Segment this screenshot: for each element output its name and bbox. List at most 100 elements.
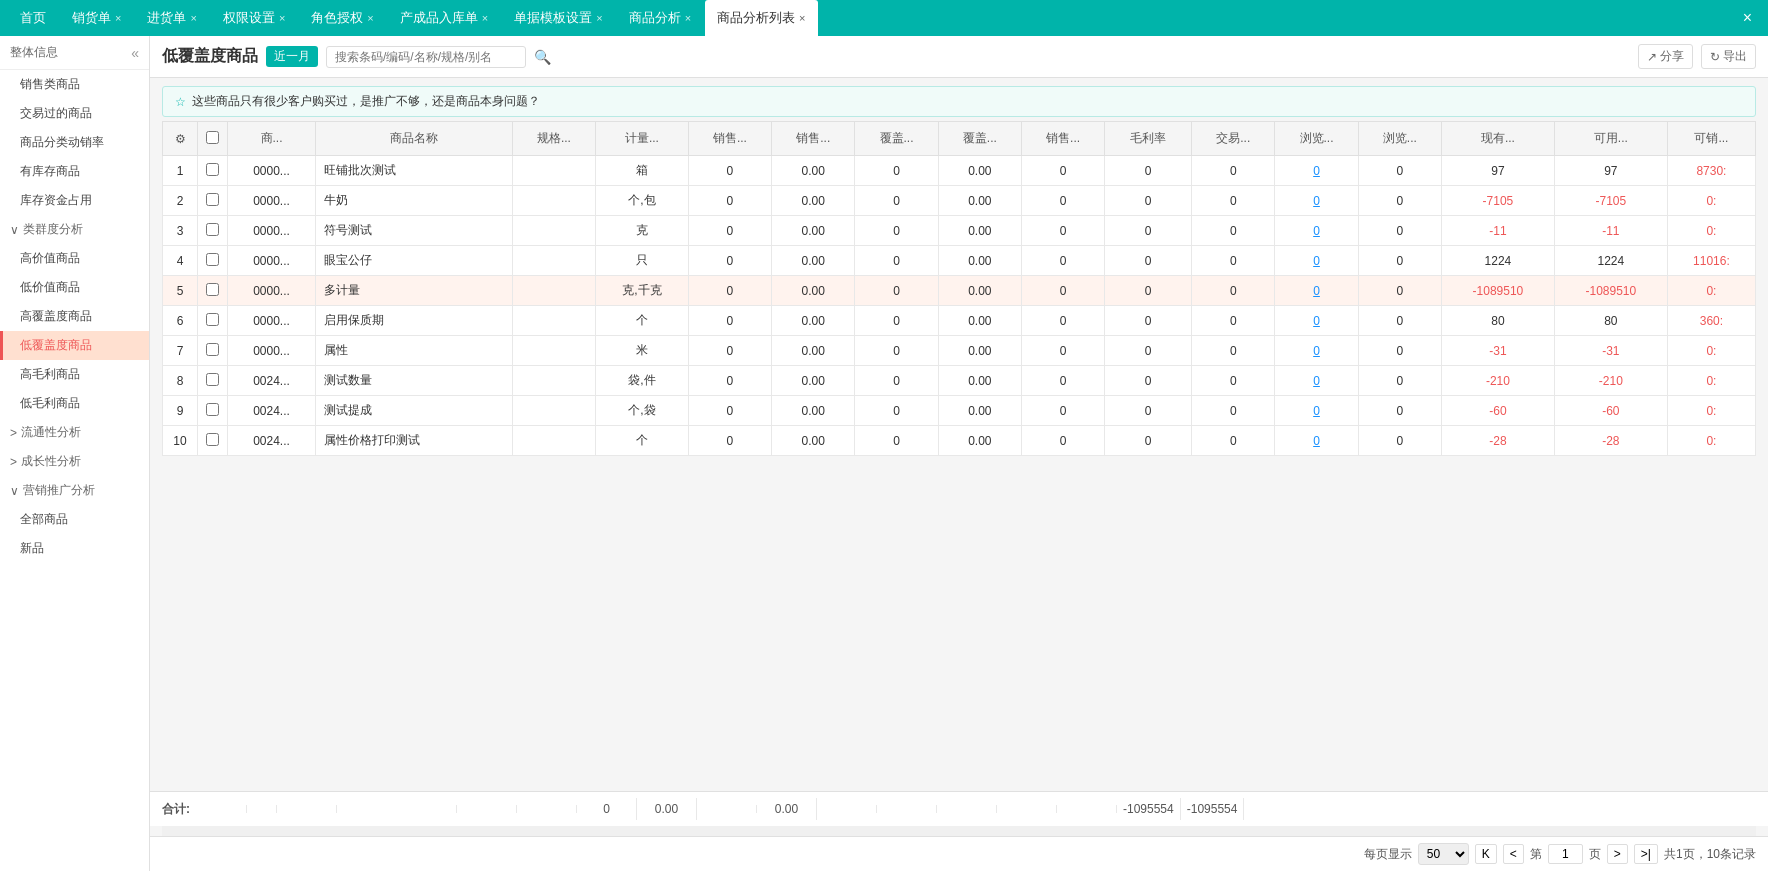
row-sales3: 0 bbox=[1021, 366, 1104, 396]
sidebar-group-growth[interactable]: > 成长性分析 bbox=[0, 447, 149, 476]
row-checkbox[interactable] bbox=[206, 283, 219, 296]
search-input[interactable] bbox=[326, 46, 526, 68]
row-check[interactable] bbox=[198, 336, 228, 366]
row-checkbox[interactable] bbox=[206, 253, 219, 266]
row-view1[interactable]: 0 bbox=[1275, 396, 1358, 426]
footer-spacer2 bbox=[247, 805, 277, 813]
nav-analysis-close[interactable]: × bbox=[685, 12, 691, 24]
sidebar-item-category-rate[interactable]: 商品分类动销率 bbox=[0, 128, 149, 157]
row-sales3: 0 bbox=[1021, 246, 1104, 276]
time-badge[interactable]: 近一月 bbox=[266, 46, 318, 67]
nav-product-entry-close[interactable]: × bbox=[482, 12, 488, 24]
row-check[interactable] bbox=[198, 426, 228, 456]
row-checkbox[interactable] bbox=[206, 223, 219, 236]
row-view1[interactable]: 0 bbox=[1275, 426, 1358, 456]
table-header-row: ⚙ 商... 商品名称 规格... 计量... 销售... 销售... 覆盖..… bbox=[163, 122, 1756, 156]
row-sales2: 0.00 bbox=[772, 306, 855, 336]
nav-sales-close[interactable]: × bbox=[115, 12, 121, 24]
row-check[interactable] bbox=[198, 396, 228, 426]
nav-permission-close[interactable]: × bbox=[279, 12, 285, 24]
sidebar-item-high-gross[interactable]: 高毛利商品 bbox=[0, 360, 149, 389]
nav-analysis-list-close[interactable]: × bbox=[799, 12, 805, 24]
row-check[interactable] bbox=[198, 366, 228, 396]
th-stock2: 可用... bbox=[1554, 122, 1667, 156]
nav-analysis-list[interactable]: 商品分析列表 × bbox=[705, 0, 817, 36]
nav-permission[interactable]: 权限设置 × bbox=[211, 0, 297, 36]
last-page-button[interactable]: >| bbox=[1634, 844, 1658, 864]
sidebar-item-sales-goods[interactable]: 销售类商品 bbox=[0, 70, 149, 99]
row-check[interactable] bbox=[198, 186, 228, 216]
row-unit: 个 bbox=[596, 306, 689, 336]
row-view1[interactable]: 0 bbox=[1275, 186, 1358, 216]
sidebar-header-label: 整体信息 bbox=[10, 44, 58, 61]
nav-role-close[interactable]: × bbox=[367, 12, 373, 24]
row-view1[interactable]: 0 bbox=[1275, 276, 1358, 306]
sidebar-item-high-value[interactable]: 高价值商品 bbox=[0, 244, 149, 273]
sidebar-item-stock-capital[interactable]: 库存资金占用 bbox=[0, 186, 149, 215]
sidebar-group-marketing[interactable]: ∨ 营销推广分析 bbox=[0, 476, 149, 505]
row-checkbox[interactable] bbox=[206, 163, 219, 176]
row-name: 多计量 bbox=[316, 276, 513, 306]
row-checkbox[interactable] bbox=[206, 193, 219, 206]
nav-template-close[interactable]: × bbox=[596, 12, 602, 24]
row-check[interactable] bbox=[198, 246, 228, 276]
row-check[interactable] bbox=[198, 276, 228, 306]
row-checkbox[interactable] bbox=[206, 433, 219, 446]
nav-sales[interactable]: 销货单 × bbox=[60, 0, 133, 36]
nav-analysis[interactable]: 商品分析 × bbox=[617, 0, 703, 36]
row-view2: 0 bbox=[1358, 426, 1441, 456]
row-stock1: 80 bbox=[1441, 306, 1554, 336]
row-view2: 0 bbox=[1358, 246, 1441, 276]
row-view1[interactable]: 0 bbox=[1275, 306, 1358, 336]
row-gross: 0 bbox=[1105, 366, 1192, 396]
nav-purchase-close[interactable]: × bbox=[190, 12, 196, 24]
next-page-button[interactable]: > bbox=[1607, 844, 1628, 864]
sidebar-group-liquidity[interactable]: > 流通性分析 bbox=[0, 418, 149, 447]
row-check[interactable] bbox=[198, 306, 228, 336]
page-size-select[interactable]: 50 100 200 bbox=[1418, 843, 1469, 865]
share-button[interactable]: ↗ 分享 bbox=[1638, 44, 1693, 69]
row-view1[interactable]: 0 bbox=[1275, 366, 1358, 396]
table-row: 1 0000... 旺铺批次测试 箱 0 0.00 0 0.00 0 0 0 0… bbox=[163, 156, 1756, 186]
sidebar-item-all-goods[interactable]: 全部商品 bbox=[0, 505, 149, 534]
nav-purchase[interactable]: 进货单 × bbox=[135, 0, 208, 36]
select-all-checkbox[interactable] bbox=[206, 131, 219, 144]
row-checkbox[interactable] bbox=[206, 403, 219, 416]
row-checkbox[interactable] bbox=[206, 373, 219, 386]
table-container[interactable]: ⚙ 商... 商品名称 规格... 计量... 销售... 销售... 覆盖..… bbox=[162, 121, 1756, 791]
sidebar-item-low-value[interactable]: 低价值商品 bbox=[0, 273, 149, 302]
sidebar-item-low-gross[interactable]: 低毛利商品 bbox=[0, 389, 149, 418]
prev-page-button[interactable]: < bbox=[1503, 844, 1524, 864]
row-view1[interactable]: 0 bbox=[1275, 246, 1358, 276]
th-settings[interactable]: ⚙ bbox=[163, 122, 198, 156]
first-page-button[interactable]: K bbox=[1475, 844, 1497, 864]
row-check[interactable] bbox=[198, 216, 228, 246]
row-view2: 0 bbox=[1358, 216, 1441, 246]
sidebar-item-in-stock[interactable]: 有库存商品 bbox=[0, 157, 149, 186]
row-view1[interactable]: 0 bbox=[1275, 156, 1358, 186]
row-view1[interactable]: 0 bbox=[1275, 336, 1358, 366]
sidebar-item-high-coverage[interactable]: 高覆盖度商品 bbox=[0, 302, 149, 331]
nav-role[interactable]: 角色授权 × bbox=[299, 0, 385, 36]
sidebar-item-new-goods[interactable]: 新品 bbox=[0, 534, 149, 563]
nav-product-entry[interactable]: 产成品入库单 × bbox=[388, 0, 500, 36]
row-sales2: 0.00 bbox=[772, 396, 855, 426]
sidebar-item-traded-goods[interactable]: 交易过的商品 bbox=[0, 99, 149, 128]
sidebar-group-category-analysis[interactable]: ∨ 类群度分析 bbox=[0, 215, 149, 244]
page-input[interactable] bbox=[1548, 844, 1583, 864]
export-button[interactable]: ↻ 导出 bbox=[1701, 44, 1756, 69]
row-checkbox[interactable] bbox=[206, 313, 219, 326]
search-icon[interactable]: 🔍 bbox=[534, 49, 551, 65]
row-trade: 0 bbox=[1192, 156, 1275, 186]
row-view1[interactable]: 0 bbox=[1275, 216, 1358, 246]
nav-template[interactable]: 单据模板设置 × bbox=[502, 0, 614, 36]
sidebar-item-low-coverage[interactable]: 低覆盖度商品 bbox=[0, 331, 149, 360]
row-stock1: -11 bbox=[1441, 216, 1554, 246]
row-cover2: 0.00 bbox=[938, 396, 1021, 426]
sidebar-collapse-button[interactable]: « bbox=[131, 45, 139, 61]
row-check[interactable] bbox=[198, 156, 228, 186]
row-name: 符号测试 bbox=[316, 216, 513, 246]
row-checkbox[interactable] bbox=[206, 343, 219, 356]
nav-home[interactable]: 首页 bbox=[8, 0, 58, 36]
window-close-button[interactable]: × bbox=[1735, 9, 1760, 27]
